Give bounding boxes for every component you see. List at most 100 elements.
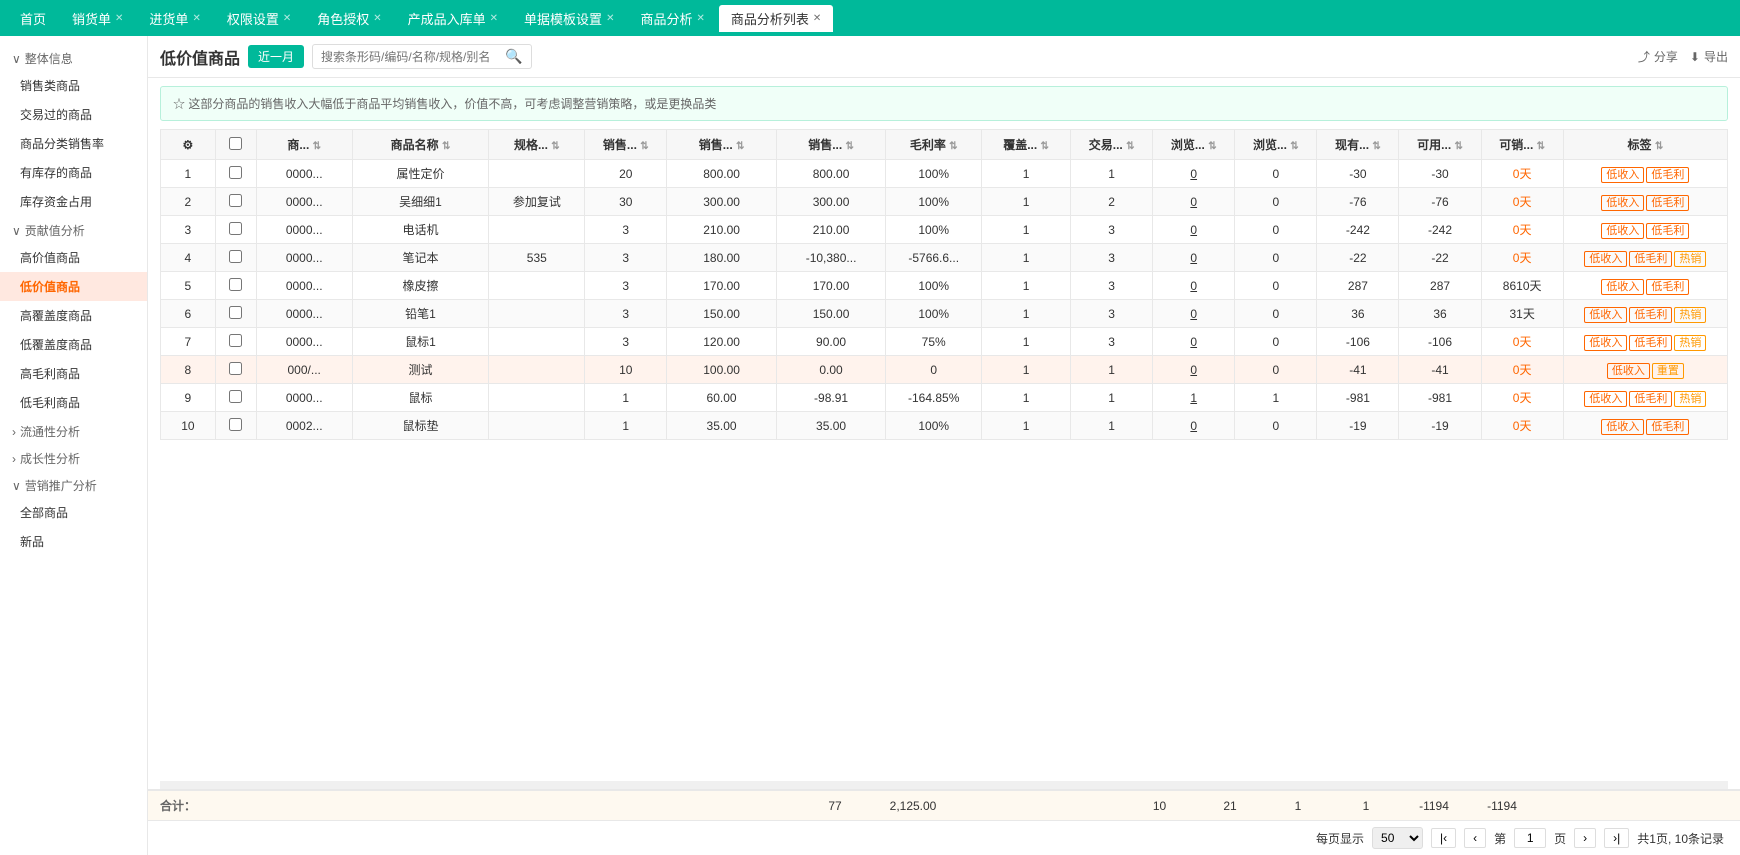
- col-header-code[interactable]: 商... ⇅: [256, 130, 352, 160]
- nav-home[interactable]: 首页: [8, 5, 58, 32]
- close-icon[interactable]: ✕: [192, 13, 200, 24]
- cell-check[interactable]: [215, 244, 256, 272]
- cell-browse1[interactable]: 0: [1153, 356, 1235, 384]
- close-icon[interactable]: ✕: [606, 13, 614, 24]
- sidebar-item-traded-products[interactable]: 交易过的商品: [0, 100, 147, 129]
- sidebar-item-low-margin[interactable]: 低毛利商品: [0, 388, 147, 417]
- nav-sales-order[interactable]: 销货单 ✕: [60, 5, 135, 32]
- sidebar-item-sales-products[interactable]: 销售类商品: [0, 71, 147, 100]
- cell-browse1[interactable]: 0: [1153, 412, 1235, 440]
- row-checkbox[interactable]: [229, 306, 242, 319]
- row-checkbox[interactable]: [229, 362, 242, 375]
- sidebar-item-stock-products[interactable]: 有库存的商品: [0, 158, 147, 187]
- nav-template[interactable]: 单据模板设置 ✕: [512, 5, 626, 32]
- row-checkbox[interactable]: [229, 334, 242, 347]
- cell-browse1[interactable]: 0: [1153, 244, 1235, 272]
- browse1-link[interactable]: 0: [1190, 279, 1197, 293]
- browse1-link[interactable]: 1: [1190, 391, 1197, 405]
- col-header-transaction[interactable]: 交易... ⇅: [1071, 130, 1153, 160]
- cell-check[interactable]: [215, 328, 256, 356]
- sidebar-item-high-margin[interactable]: 高毛利商品: [0, 359, 147, 388]
- cell-check[interactable]: [215, 300, 256, 328]
- col-header-gear[interactable]: ⚙: [161, 130, 216, 160]
- col-header-sales-amount[interactable]: 销售... ⇅: [667, 130, 776, 160]
- sidebar-item-low-coverage[interactable]: 低覆盖度商品: [0, 330, 147, 359]
- cell-browse1[interactable]: 0: [1153, 188, 1235, 216]
- sidebar-group-growth[interactable]: › 成长性分析: [0, 444, 147, 471]
- sidebar-group-marketing[interactable]: ∨ 营销推广分析: [0, 471, 147, 498]
- col-header-current-stock[interactable]: 现有... ⇅: [1317, 130, 1399, 160]
- sidebar-item-all-products[interactable]: 全部商品: [0, 498, 147, 527]
- sidebar-item-low-value[interactable]: 低价值商品: [0, 272, 147, 301]
- close-icon[interactable]: ✕: [490, 13, 498, 24]
- prev-page-button[interactable]: ‹: [1464, 828, 1486, 848]
- browse1-link[interactable]: 0: [1190, 363, 1197, 377]
- sidebar-item-stock-capital[interactable]: 库存资金占用: [0, 187, 147, 216]
- col-header-coverage[interactable]: 覆盖... ⇅: [982, 130, 1071, 160]
- row-checkbox[interactable]: [229, 418, 242, 431]
- browse1-link[interactable]: 0: [1190, 335, 1197, 349]
- row-checkbox[interactable]: [229, 390, 242, 403]
- first-page-button[interactable]: |‹: [1431, 828, 1456, 848]
- sidebar-item-high-value[interactable]: 高价值商品: [0, 243, 147, 272]
- col-header-sellable[interactable]: 可销... ⇅: [1481, 130, 1563, 160]
- col-header-gross-margin[interactable]: 毛利率 ⇅: [886, 130, 982, 160]
- cell-check[interactable]: [215, 188, 256, 216]
- row-checkbox[interactable]: [229, 250, 242, 263]
- nav-permission[interactable]: 权限设置 ✕: [215, 5, 303, 32]
- page-number-input[interactable]: [1514, 828, 1546, 848]
- cell-check[interactable]: [215, 160, 256, 188]
- cell-browse1[interactable]: 0: [1153, 300, 1235, 328]
- col-header-check[interactable]: [215, 130, 256, 160]
- close-icon[interactable]: ✕: [373, 13, 381, 24]
- browse1-link[interactable]: 0: [1190, 251, 1197, 265]
- browse1-link[interactable]: 0: [1190, 307, 1197, 321]
- row-checkbox[interactable]: [229, 222, 242, 235]
- nav-purchase-order[interactable]: 进货单 ✕: [137, 5, 212, 32]
- sidebar-item-category-sales-rate[interactable]: 商品分类销售率: [0, 129, 147, 158]
- row-checkbox[interactable]: [229, 278, 242, 291]
- sidebar-group-circulation[interactable]: › 流通性分析: [0, 417, 147, 444]
- select-all-checkbox[interactable]: [229, 137, 242, 150]
- cell-check[interactable]: [215, 216, 256, 244]
- export-button[interactable]: ⬇ 导出: [1690, 48, 1728, 65]
- browse1-link[interactable]: 0: [1190, 419, 1197, 433]
- search-icon[interactable]: 🔍: [505, 48, 522, 65]
- sidebar-item-new-products[interactable]: 新品: [0, 527, 147, 556]
- browse1-link[interactable]: 0: [1190, 195, 1197, 209]
- cell-browse1[interactable]: 0: [1153, 272, 1235, 300]
- col-header-sales-profit[interactable]: 销售... ⇅: [776, 130, 885, 160]
- cell-browse1[interactable]: 0: [1153, 328, 1235, 356]
- row-checkbox[interactable]: [229, 166, 242, 179]
- row-checkbox[interactable]: [229, 194, 242, 207]
- close-icon[interactable]: ✕: [813, 13, 821, 24]
- last-page-button[interactable]: ›|: [1604, 828, 1629, 848]
- sidebar-item-high-coverage[interactable]: 高覆盖度商品: [0, 301, 147, 330]
- sidebar-group-contribution[interactable]: ∨ 贡献值分析: [0, 216, 147, 243]
- cell-check[interactable]: [215, 356, 256, 384]
- nav-product-analysis-list[interactable]: 商品分析列表 ✕: [719, 5, 833, 32]
- close-icon[interactable]: ✕: [696, 13, 704, 24]
- nav-role-auth[interactable]: 角色授权 ✕: [305, 5, 393, 32]
- cell-browse1[interactable]: 0: [1153, 216, 1235, 244]
- col-header-browse1[interactable]: 浏览... ⇅: [1153, 130, 1235, 160]
- close-icon[interactable]: ✕: [283, 13, 291, 24]
- col-header-sales-qty[interactable]: 销售... ⇅: [585, 130, 667, 160]
- cell-browse1[interactable]: 0: [1153, 160, 1235, 188]
- col-header-tags[interactable]: 标签 ⇅: [1563, 130, 1727, 160]
- nav-product-stock[interactable]: 产成品入库单 ✕: [396, 5, 510, 32]
- search-input[interactable]: [321, 50, 501, 64]
- cell-check[interactable]: [215, 384, 256, 412]
- time-filter-button[interactable]: 近一月: [248, 45, 304, 68]
- col-header-available[interactable]: 可用... ⇅: [1399, 130, 1481, 160]
- cell-check[interactable]: [215, 412, 256, 440]
- cell-browse1[interactable]: 1: [1153, 384, 1235, 412]
- col-header-name[interactable]: 商品名称 ⇅: [352, 130, 489, 160]
- browse1-link[interactable]: 0: [1190, 223, 1197, 237]
- nav-product-analysis[interactable]: 商品分析 ✕: [628, 5, 716, 32]
- next-page-button[interactable]: ›: [1574, 828, 1596, 848]
- browse1-link[interactable]: 0: [1190, 167, 1197, 181]
- col-header-spec[interactable]: 规格... ⇅: [489, 130, 585, 160]
- horizontal-scrollbar[interactable]: [160, 781, 1728, 789]
- share-button[interactable]: ⤴ 分享: [1638, 48, 1678, 65]
